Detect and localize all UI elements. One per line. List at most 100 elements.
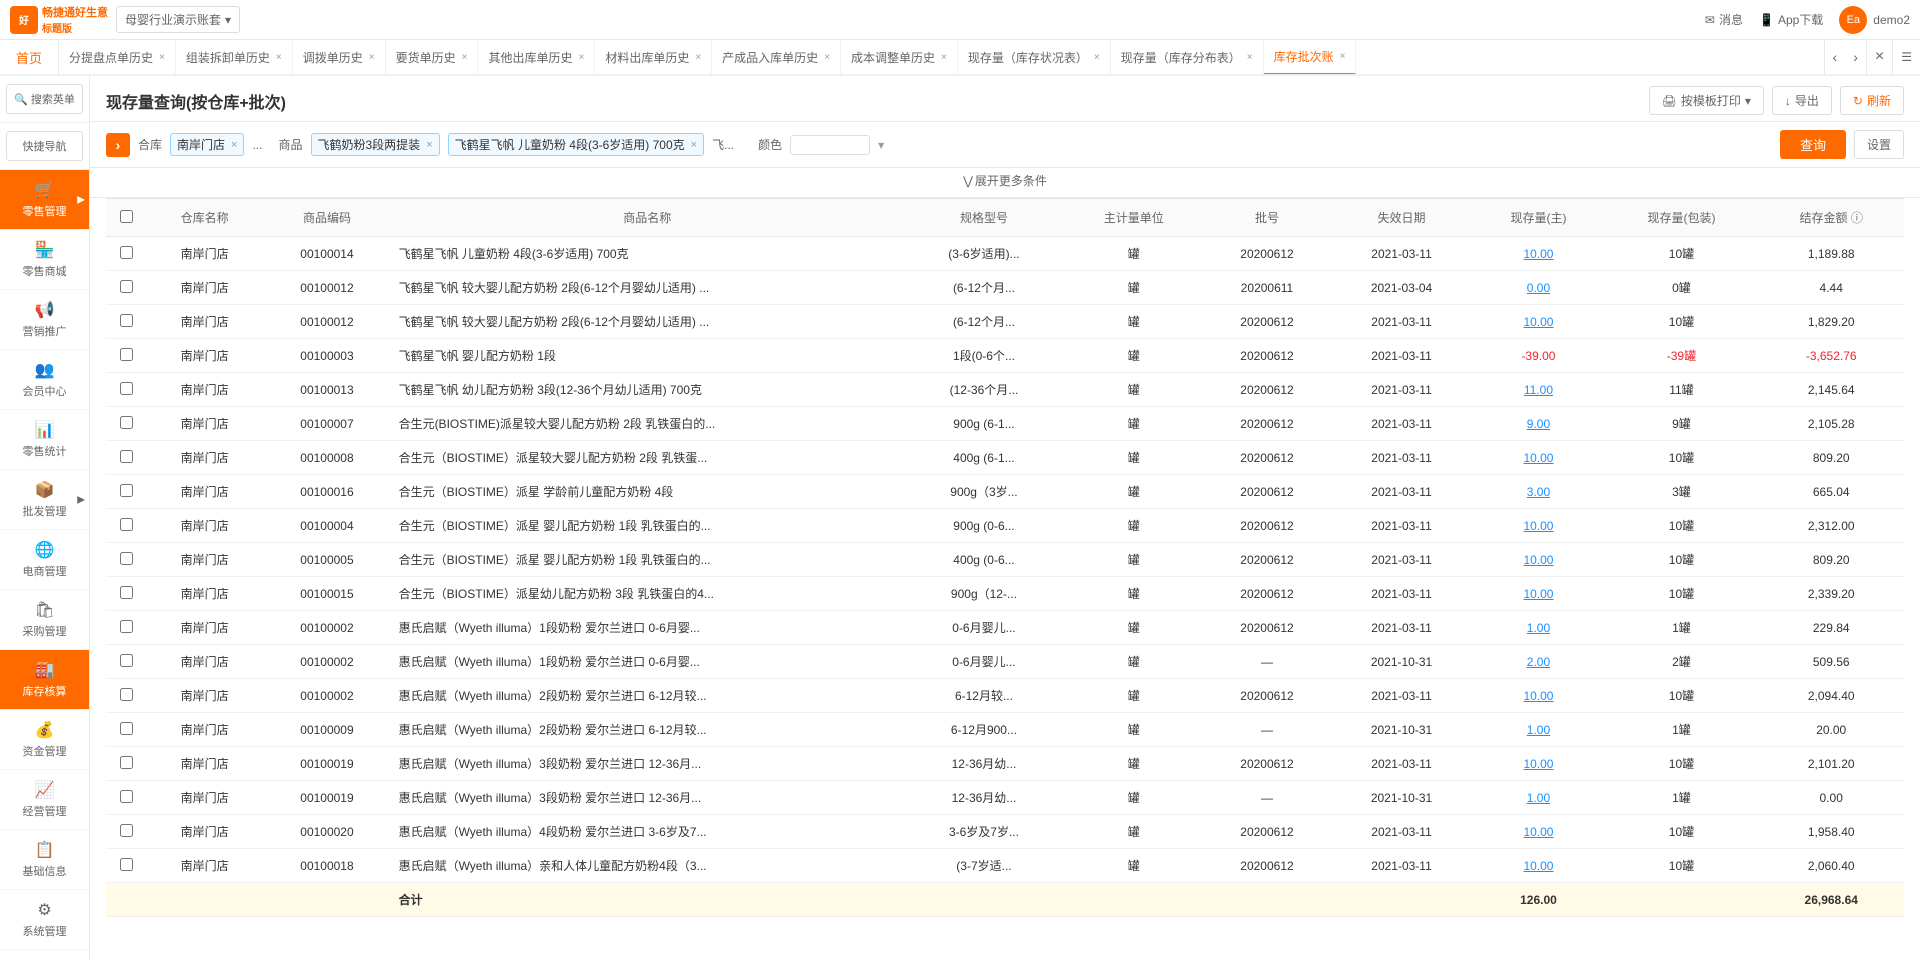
row-check[interactable] [106, 271, 146, 305]
row-check[interactable] [106, 849, 146, 883]
row-checkbox-16[interactable] [120, 790, 133, 803]
row-check[interactable] [106, 747, 146, 781]
row-checkbox-5[interactable] [120, 416, 133, 429]
tab-item-cailiao[interactable]: 材料出库单历史 × [595, 40, 712, 75]
row-checkbox-15[interactable] [120, 756, 133, 769]
color-input[interactable] [790, 135, 870, 155]
tab-item-xiancun2[interactable]: 现存量（库存分布表） × [1111, 40, 1264, 75]
cell-qty-main[interactable]: 3.00 [1472, 475, 1604, 509]
sidebar-item-purchase[interactable]: 🛍 采购管理 [0, 590, 89, 650]
warehouse-more[interactable]: ... [252, 138, 262, 152]
tab-item-kucun-pici[interactable]: 库存批次账 × [1264, 40, 1357, 75]
row-checkbox-1[interactable] [120, 280, 133, 293]
col-check[interactable] [106, 199, 146, 237]
print-button[interactable]: 🖨 按模板打印 ▾ [1649, 86, 1764, 115]
row-check[interactable] [106, 679, 146, 713]
cell-qty-main[interactable]: 10.00 [1472, 679, 1604, 713]
cell-qty-main[interactable]: 1.00 [1472, 713, 1604, 747]
row-check[interactable] [106, 577, 146, 611]
tab-home[interactable]: 首页 [0, 40, 59, 75]
filter-expand-btn[interactable]: › [106, 133, 130, 157]
tab-item-diaob[interactable]: 调拨单历史 × [293, 40, 386, 75]
cell-qty-main[interactable]: 10.00 [1472, 747, 1604, 781]
sidebar-item-retail-stats[interactable]: 📊 零售统计 [0, 410, 89, 470]
tab-close-diaob[interactable]: × [369, 52, 375, 63]
row-checkbox-6[interactable] [120, 450, 133, 463]
query-button[interactable]: 查询 [1780, 130, 1846, 159]
tab-item-chanch[interactable]: 产成品入库单历史 × [712, 40, 841, 75]
row-check[interactable] [106, 237, 146, 271]
cell-qty-main[interactable]: 10.00 [1472, 577, 1604, 611]
row-check[interactable] [106, 407, 146, 441]
tab-item-xiancun1[interactable]: 现存量（库存状况表） × [958, 40, 1111, 75]
app-download-btn[interactable]: 📱 App下载 [1759, 11, 1823, 28]
color-dropdown-icon[interactable]: ▾ [878, 138, 884, 152]
export-button[interactable]: ↓ 导出 [1772, 86, 1832, 115]
row-checkbox-8[interactable] [120, 518, 133, 531]
tab-item-chengben[interactable]: 成本调整单历史 × [841, 40, 958, 75]
cell-qty-main[interactable]: 1.00 [1472, 781, 1604, 815]
sidebar-item-finance[interactable]: 💰 资金管理 [0, 710, 89, 770]
row-check[interactable] [106, 611, 146, 645]
org-selector[interactable]: 母婴行业演示账套 ▾ [116, 6, 240, 33]
row-checkbox-11[interactable] [120, 620, 133, 633]
tab-close-fenti[interactable]: × [159, 52, 165, 63]
row-checkbox-12[interactable] [120, 654, 133, 667]
row-check[interactable] [106, 543, 146, 577]
cell-qty-main[interactable]: 1.00 [1472, 611, 1604, 645]
cell-qty-main[interactable]: 9.00 [1472, 407, 1604, 441]
tab-item-yaohuo[interactable]: 要货单历史 × [386, 40, 479, 75]
tab-close-zuhe[interactable]: × [276, 52, 282, 63]
row-checkbox-9[interactable] [120, 552, 133, 565]
cell-qty-main[interactable]: 10.00 [1472, 543, 1604, 577]
sidebar-item-retail-mall[interactable]: 🏪 零售商城 [0, 230, 89, 290]
row-check[interactable] [106, 441, 146, 475]
sidebar-item-member[interactable]: 👥 会员中心 [0, 350, 89, 410]
cell-qty-main[interactable]: 2.00 [1472, 645, 1604, 679]
row-check[interactable] [106, 815, 146, 849]
search-button[interactable]: 🔍 搜索英单 [6, 84, 83, 114]
row-checkbox-0[interactable] [120, 246, 133, 259]
tab-close-xiancun2[interactable]: × [1247, 52, 1253, 63]
tab-item-qita[interactable]: 其他出库单历史 × [478, 40, 595, 75]
tab-close-chanch[interactable]: × [824, 52, 830, 63]
row-checkbox-14[interactable] [120, 722, 133, 735]
expand-more-btn[interactable]: ⋁ 展开更多条件 [963, 172, 1047, 189]
row-checkbox-3[interactable] [120, 348, 133, 361]
tab-close-yaohuo[interactable]: × [462, 52, 468, 63]
cell-qty-main[interactable]: 10.00 [1472, 237, 1604, 271]
row-check[interactable] [106, 509, 146, 543]
cell-qty-main[interactable]: 10.00 [1472, 441, 1604, 475]
cell-qty-main[interactable]: 10.00 [1472, 849, 1604, 883]
row-checkbox-10[interactable] [120, 586, 133, 599]
cell-qty-main[interactable]: 10.00 [1472, 815, 1604, 849]
row-checkbox-18[interactable] [120, 858, 133, 871]
settings-button[interactable]: 设置 [1854, 130, 1904, 159]
cell-qty-main[interactable]: 0.00 [1472, 271, 1604, 305]
sidebar-item-wholesale[interactable]: 📦 批发管理 ▶ [0, 470, 89, 530]
row-check[interactable] [106, 475, 146, 509]
product-filter-2-close[interactable]: × [691, 139, 697, 151]
sidebar-item-ops[interactable]: 📈 经营管理 [0, 770, 89, 830]
row-check[interactable] [106, 339, 146, 373]
tab-arrow-left[interactable]: ‹ [1825, 40, 1846, 75]
row-checkbox-13[interactable] [120, 688, 133, 701]
product-filter-1-close[interactable]: × [426, 139, 432, 151]
product-more[interactable]: 飞... [712, 136, 734, 153]
tab-menu[interactable]: ☰ [1892, 40, 1920, 75]
cell-qty-main[interactable]: -39.00 [1472, 339, 1604, 373]
refresh-button[interactable]: ↻ 刷新 [1840, 86, 1904, 115]
cell-qty-main[interactable]: 10.00 [1472, 305, 1604, 339]
select-all-checkbox[interactable] [120, 210, 133, 223]
tab-close-qita[interactable]: × [578, 52, 584, 63]
sidebar-item-base-info[interactable]: 📋 基础信息 [0, 830, 89, 890]
quick-nav-button[interactable]: 快捷导航 [6, 131, 83, 161]
row-check[interactable] [106, 713, 146, 747]
sidebar-item-marketing[interactable]: 📢 营销推广 [0, 290, 89, 350]
cell-qty-main[interactable]: 11.00 [1472, 373, 1604, 407]
row-check[interactable] [106, 645, 146, 679]
sidebar-item-ecommerce[interactable]: 🌐 电商管理 [0, 530, 89, 590]
sidebar-item-system[interactable]: ⚙ 系统管理 [0, 890, 89, 950]
sidebar-item-retail-mgmt[interactable]: 🛒 零售管理 ▶ [0, 170, 89, 230]
cell-qty-main[interactable]: 10.00 [1472, 509, 1604, 543]
